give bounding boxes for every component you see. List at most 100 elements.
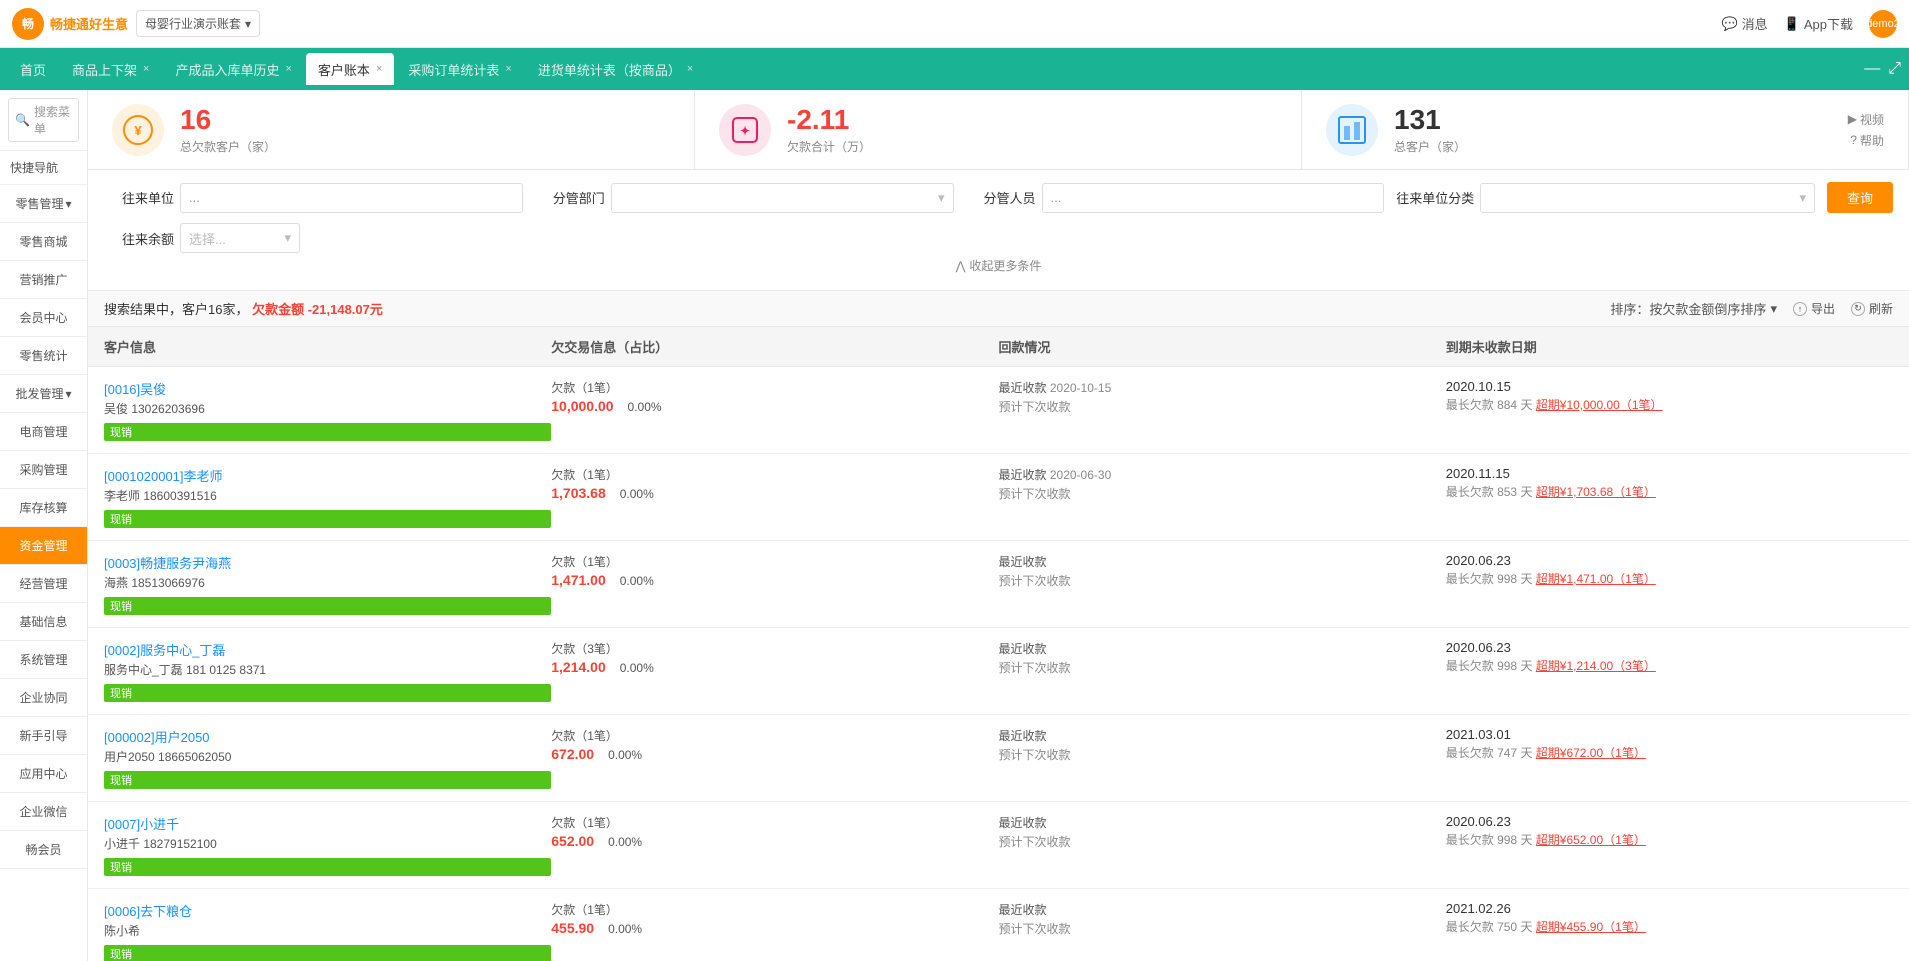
sidebar-item-retail-mgmt[interactable]: 零售管理 ▾: [0, 185, 87, 223]
sidebar-item-operations[interactable]: 经营管理: [0, 565, 87, 603]
user-menu[interactable]: demo2: [1869, 10, 1897, 38]
tab-product-history[interactable]: 产成品入库单历史 ×: [163, 53, 303, 85]
customer-name-link[interactable]: [0001020001]李老师: [104, 466, 551, 485]
customer-name-link[interactable]: [000002]用户2050: [104, 727, 551, 746]
filter-person-label: 分管人员: [966, 188, 1036, 207]
debt-amount[interactable]: 1,214.00: [551, 659, 606, 675]
debt-amount[interactable]: 1,471.00: [551, 572, 606, 588]
col-header-due: 到期未收款日期: [1446, 337, 1893, 356]
debt-amount[interactable]: 10,000.00: [551, 398, 613, 414]
app-download-button[interactable]: 📱 App下载: [1784, 14, 1853, 33]
tab-close-icon[interactable]: ×: [687, 63, 693, 75]
sidebar-item-batch-mgmt[interactable]: 批发管理 ▾: [0, 375, 87, 413]
customer-id[interactable]: [0006]去下粮仓: [104, 904, 192, 919]
overdue-amount-link[interactable]: 超期¥672.00（1笔）: [1536, 746, 1646, 760]
sidebar-item-marketing[interactable]: 营销推广: [0, 261, 87, 299]
sidebar-item-enterprise-collab[interactable]: 企业协同: [0, 679, 87, 717]
overdue-days: 最长欠款 998 天: [1446, 833, 1536, 847]
sidebar-item-finance[interactable]: 资金管理: [0, 527, 87, 565]
sidebar-item-base-info[interactable]: 基础信息: [0, 603, 87, 641]
customer-name-link[interactable]: [0003]畅捷服务尹海燕: [104, 553, 551, 572]
customer-id[interactable]: [0002]服务中心_丁磊: [104, 643, 225, 658]
collapse-more-btn[interactable]: ⋀ 收起更多条件: [104, 253, 1893, 278]
export-button[interactable]: ↑ 导出: [1793, 300, 1835, 317]
debt-amount[interactable]: 672.00: [551, 746, 594, 762]
filter-dept-select[interactable]: ▾: [611, 183, 954, 213]
sidebar-item-inventory[interactable]: 库存核算: [0, 489, 87, 527]
tab-home[interactable]: 首页: [8, 53, 58, 85]
debt-amount[interactable]: 455.90: [551, 920, 594, 936]
search-placeholder: 搜索菜单: [34, 103, 72, 137]
top-bar: 畅 畅捷通好生意 母婴行业演示账套 ▾ 💬 消息 📱 App下载 demo2: [0, 0, 1909, 48]
sidebar-item-system[interactable]: 系统管理: [0, 641, 87, 679]
top-bar-right: 💬 消息 📱 App下载 demo2: [1721, 10, 1897, 38]
overdue-amount-link[interactable]: 超期¥455.90（1笔）: [1536, 920, 1646, 934]
customer-id[interactable]: [000002]用户2050: [104, 730, 210, 745]
industry-selector[interactable]: 母婴行业演示账套 ▾: [136, 10, 260, 37]
sidebar-item-enterprise-wechat[interactable]: 企业微信: [0, 793, 87, 831]
due-date: 2020.06.23: [1446, 814, 1893, 829]
message-button[interactable]: 💬 消息: [1721, 14, 1767, 33]
next-payment: 预计下次收款: [999, 398, 1446, 415]
customer-id[interactable]: [0007]小进千: [104, 817, 179, 832]
overdue-info: 最长欠款 998 天 超期¥1,214.00（3笔）: [1446, 657, 1893, 674]
stats-row: ¥ 16 总欠款客户（家） ✦ -2.11 欠款合计（万）: [88, 90, 1909, 170]
sidebar-item-retail-stats[interactable]: 零售统计: [0, 337, 87, 375]
overdue-days: 最长欠款 747 天: [1446, 746, 1536, 760]
customer-id[interactable]: [0016]吴俊: [104, 382, 166, 397]
debt-amount[interactable]: 652.00: [551, 833, 594, 849]
refresh-button[interactable]: ↻ 刷新: [1851, 300, 1893, 317]
tab-inventory-stats[interactable]: 进货单统计表（按商品） ×: [526, 53, 705, 85]
tab-close-icon[interactable]: ×: [376, 63, 382, 75]
sidebar-search-box[interactable]: 🔍 搜索菜单: [8, 98, 79, 142]
tab-customer-account[interactable]: 客户账本 ×: [306, 53, 394, 85]
customer-id[interactable]: [0001020001]李老师: [104, 469, 223, 484]
sidebar-item-vip-member[interactable]: 畅会员: [0, 831, 87, 869]
tab-close-icon[interactable]: ×: [505, 63, 511, 75]
tab-maximize-btn[interactable]: ⤢: [1888, 60, 1901, 78]
sidebar-item-member-center[interactable]: 会员中心: [0, 299, 87, 337]
sidebar-item-app-center[interactable]: 应用中心: [0, 755, 87, 793]
overdue-amount-link[interactable]: 超期¥10,000.00（1笔）: [1536, 398, 1663, 412]
results-actions: 排序：按欠款金额倒序排序 ▾ ↑ 导出 ↻ 刷新: [1610, 299, 1893, 318]
debt-count: 欠款（1笔）: [551, 466, 998, 483]
tab-close-icon[interactable]: ×: [285, 63, 291, 75]
filter-balance-select[interactable]: 选择... ▾: [180, 223, 300, 253]
debt-amount[interactable]: 1,703.68: [551, 485, 606, 501]
tab-minimize-btn[interactable]: —: [1864, 60, 1880, 78]
sidebar-item-new-guide[interactable]: 新手引导: [0, 717, 87, 755]
sidebar-search-area: 🔍 搜索菜单: [0, 90, 87, 151]
collapse-label: 收起更多条件: [969, 257, 1041, 274]
search-button[interactable]: 查询: [1827, 182, 1893, 213]
filter-supplier-input[interactable]: ...: [180, 183, 523, 213]
next-payment: 预计下次收款: [999, 833, 1446, 850]
sidebar-item-ecommerce[interactable]: 电商管理: [0, 413, 87, 451]
customer-name-link[interactable]: [0006]去下粮仓: [104, 901, 551, 920]
table-row: [0002]服务中心_丁磊 服务中心_丁磊 181 0125 8371 现销 欠…: [88, 628, 1909, 715]
overdue-amount-link[interactable]: 超期¥652.00（1笔）: [1536, 833, 1646, 847]
customer-name-link[interactable]: [0016]吴俊: [104, 379, 551, 398]
sort-selector[interactable]: 排序：按欠款金额倒序排序 ▾: [1610, 299, 1777, 318]
customer-id[interactable]: [0003]畅捷服务尹海燕: [104, 556, 231, 571]
tab-purchase-order[interactable]: 采购订单统计表 ×: [396, 53, 523, 85]
filter-category-select[interactable]: ▾: [1480, 183, 1815, 213]
customer-name-link[interactable]: [0002]服务中心_丁磊: [104, 640, 551, 659]
tab-product-status[interactable]: 商品上下架 ×: [60, 53, 161, 85]
tab-close-icon[interactable]: ×: [143, 63, 149, 75]
sidebar-item-retail-mall[interactable]: 零售商城: [0, 223, 87, 261]
filter-person-input[interactable]: ...: [1042, 183, 1385, 213]
quick-nav-item[interactable]: 快捷导航: [0, 151, 87, 185]
customer-name-link[interactable]: [0007]小进千: [104, 814, 551, 833]
help-link[interactable]: ? 帮助: [1850, 132, 1884, 149]
sidebar-item-purchase-mgmt[interactable]: 采购管理: [0, 451, 87, 489]
overdue-amount-link[interactable]: 超期¥1,703.68（1笔）: [1536, 485, 1656, 499]
customer-phone: 李老师 18600391516: [104, 487, 551, 504]
overdue-amount-link[interactable]: 超期¥1,471.00（1笔）: [1536, 572, 1656, 586]
debt-cell: 欠款（3笔） 1,214.00 0.00%: [551, 640, 998, 675]
overdue-amount-link[interactable]: 超期¥1,214.00（3笔）: [1536, 659, 1656, 673]
sidebar-item-label: 畅会员: [25, 843, 61, 857]
filter-row-1: 往来单位 ... 分管部门 ▾ 分管人员 ...: [104, 182, 1893, 213]
view-video-link[interactable]: ▶ 视频: [1848, 111, 1884, 128]
debt-count: 欠款（1笔）: [551, 553, 998, 570]
last-payment: 最近收款: [999, 901, 1446, 918]
